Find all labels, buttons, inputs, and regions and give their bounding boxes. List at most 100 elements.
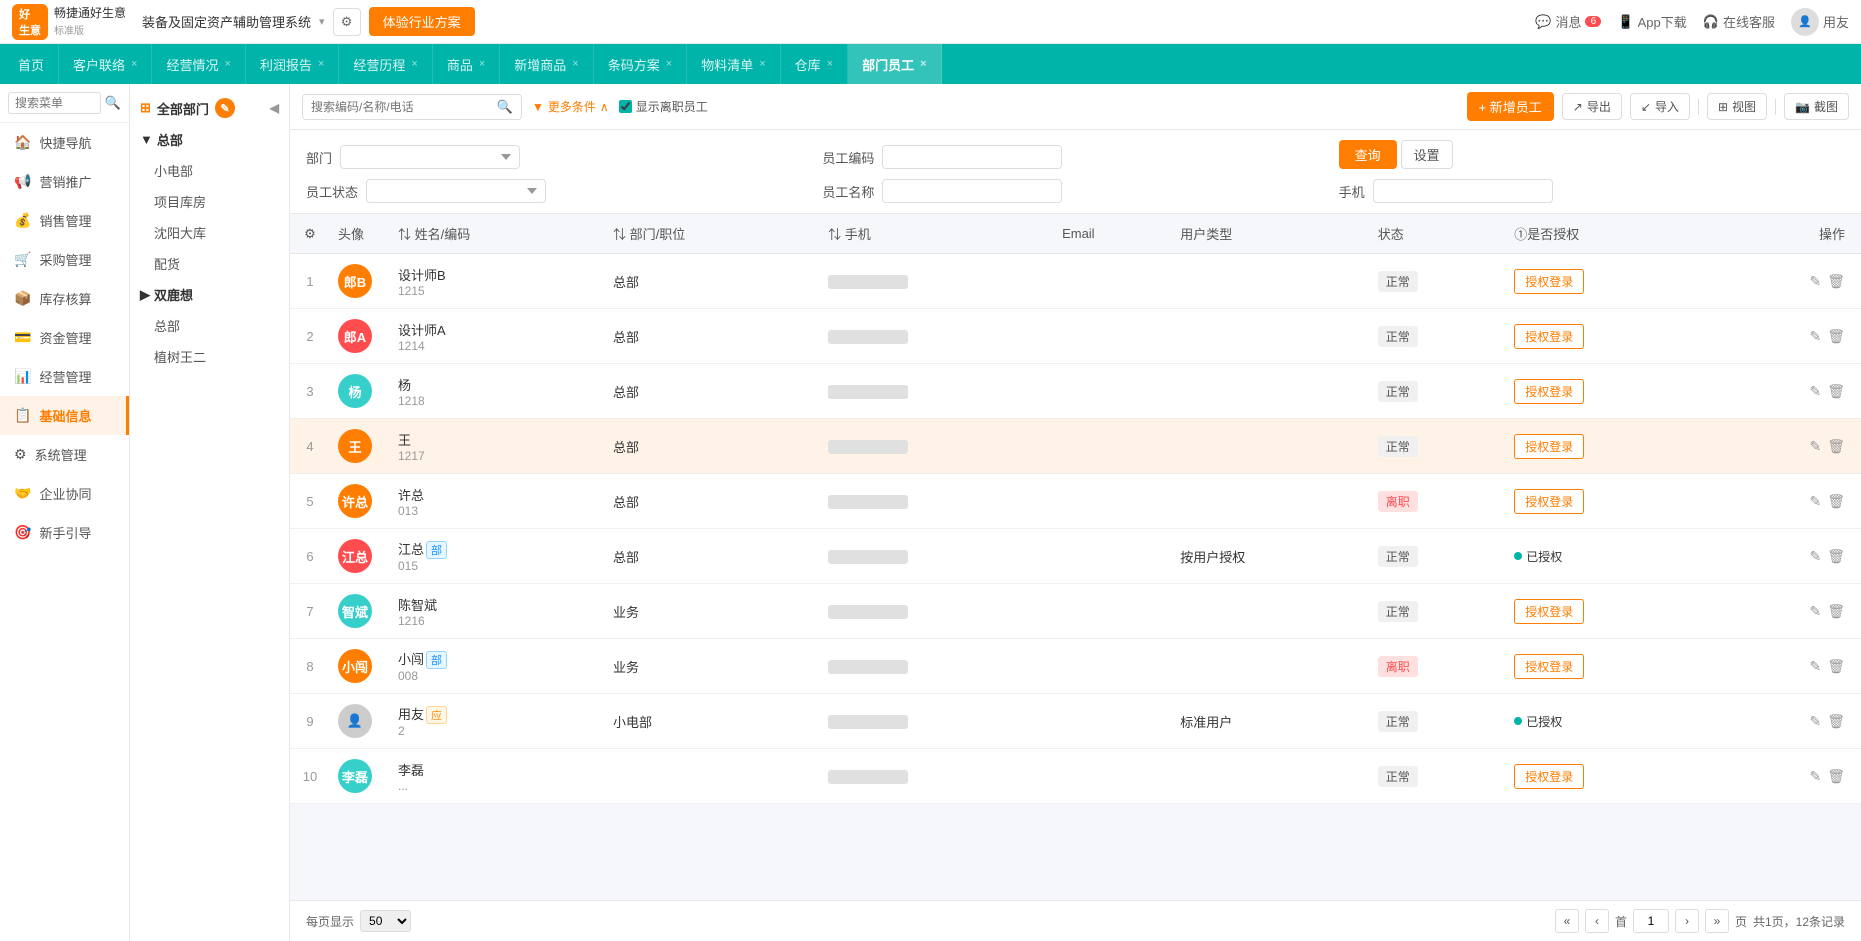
tab-warehouse[interactable]: 仓库× [781, 44, 848, 84]
sidebar-search-input[interactable] [8, 92, 101, 114]
filter-phone-input[interactable] [1373, 179, 1553, 203]
edit-button[interactable]: ✎ [1809, 548, 1821, 565]
settings-button[interactable]: ⚙ [333, 8, 361, 36]
prev-page-button[interactable]: ‹ [1585, 909, 1609, 933]
trial-button[interactable]: 体验行业方案 [369, 7, 475, 36]
tab-history[interactable]: 经营历程× [339, 44, 432, 84]
close-icon[interactable]: × [666, 58, 672, 70]
sidebar-item-guide[interactable]: 🎯新手引导 [0, 513, 129, 552]
dept-tree-item-child[interactable]: 配货 [130, 248, 289, 279]
message-button[interactable]: 💬 消息 6 [1535, 12, 1601, 31]
col-name[interactable]: ⇅ 姓名/编码 [390, 214, 605, 254]
delete-button[interactable]: 🗑 [1827, 713, 1845, 730]
dept-tree-item-child[interactable]: 总部 [130, 310, 289, 341]
screenshot-button[interactable]: 📷 截图 [1784, 93, 1849, 120]
authorize-login-button[interactable]: 授权登录 [1514, 379, 1584, 404]
edit-button[interactable]: ✎ [1809, 383, 1821, 400]
filter-emp-code-input[interactable] [882, 145, 1062, 169]
next-page-button[interactable]: › [1675, 909, 1699, 933]
sidebar-search[interactable]: 🔍 [0, 84, 129, 123]
search-input[interactable] [311, 100, 493, 114]
tab-products[interactable]: 商品× [433, 44, 500, 84]
delete-button[interactable]: 🗑 [1827, 438, 1845, 455]
edit-button[interactable]: ✎ [1809, 328, 1821, 345]
close-icon[interactable]: × [827, 58, 833, 70]
filter-dept-select[interactable] [340, 145, 520, 169]
user-button[interactable]: 👤 用友 [1791, 8, 1849, 36]
view-button[interactable]: ⊞ 视图 [1707, 93, 1767, 120]
tab-add-product[interactable]: 新增商品× [500, 44, 593, 84]
system-dropdown-arrow[interactable]: ▾ [319, 15, 325, 28]
authorize-login-button[interactable]: 授权登录 [1514, 489, 1584, 514]
add-employee-button[interactable]: + 新增员工 [1467, 92, 1554, 121]
filter-emp-status-select[interactable] [366, 179, 546, 203]
authorize-login-button[interactable]: 授权登录 [1514, 269, 1584, 294]
delete-button[interactable]: 🗑 [1827, 548, 1845, 565]
authorize-login-button[interactable]: 授权登录 [1514, 434, 1584, 459]
close-icon[interactable]: × [224, 58, 230, 70]
online-service-button[interactable]: 🎧 在线客服 [1703, 12, 1775, 31]
dept-tree-item-child[interactable]: 沈阳大库 [130, 217, 289, 248]
delete-button[interactable]: 🗑 [1827, 328, 1845, 345]
per-page-select[interactable]: 50 100 [360, 910, 411, 932]
col-settings[interactable]: ⚙ [290, 214, 330, 254]
tab-employee[interactable]: 部门员工× [848, 44, 941, 84]
authorize-login-button[interactable]: 授权登录 [1514, 764, 1584, 789]
delete-button[interactable]: 🗑 [1827, 383, 1845, 400]
tab-operations[interactable]: 经营情况× [152, 44, 245, 84]
authorize-login-button[interactable]: 授权登录 [1514, 599, 1584, 624]
search-wrap[interactable]: 🔍 [302, 94, 522, 120]
filter-emp-name-input[interactable] [882, 179, 1062, 203]
close-icon[interactable]: × [318, 58, 324, 70]
col-dept[interactable]: ⇅ 部门/职位 [605, 214, 820, 254]
edit-button[interactable]: ✎ [1809, 713, 1821, 730]
tab-customer[interactable]: 客户联络× [59, 44, 152, 84]
close-icon[interactable]: × [920, 58, 926, 70]
close-icon[interactable]: × [479, 58, 485, 70]
export-button[interactable]: ↗ 导出 [1562, 93, 1622, 120]
sidebar-item-quick-nav[interactable]: 🏠快捷导航 [0, 123, 129, 162]
edit-button[interactable]: ✎ [1809, 768, 1821, 785]
show-resigned-checkbox[interactable]: 显示离职员工 [619, 98, 708, 115]
sidebar-item-system[interactable]: ⚙系统管理 [0, 435, 129, 474]
import-button[interactable]: ↙ 导入 [1630, 93, 1690, 120]
edit-button[interactable]: ✎ [1809, 273, 1821, 290]
authorize-login-button[interactable]: 授权登录 [1514, 324, 1584, 349]
delete-button[interactable]: 🗑 [1827, 768, 1845, 785]
sidebar-item-inventory[interactable]: 📦库存核算 [0, 279, 129, 318]
close-icon[interactable]: × [759, 58, 765, 70]
dept-tree-item-parent[interactable]: ▶ 双鹿想 [130, 279, 289, 310]
dept-collapse-button[interactable]: ◀ [270, 101, 279, 115]
sidebar-item-operations[interactable]: 📊经营管理 [0, 357, 129, 396]
first-page-button[interactable]: « [1555, 909, 1579, 933]
close-icon[interactable]: × [411, 58, 417, 70]
sidebar-item-finance[interactable]: 💳资金管理 [0, 318, 129, 357]
dept-tree-item-child[interactable]: 项目库房 [130, 186, 289, 217]
tab-profit[interactable]: 利润报告× [246, 44, 339, 84]
sidebar-item-basic-info[interactable]: 📋基础信息 [0, 396, 129, 435]
query-button[interactable]: 查询 [1339, 140, 1397, 169]
delete-button[interactable]: 🗑 [1827, 658, 1845, 675]
delete-button[interactable]: 🗑 [1827, 273, 1845, 290]
tab-bom[interactable]: 物料清单× [687, 44, 780, 84]
edit-button[interactable]: ✎ [1809, 658, 1821, 675]
delete-button[interactable]: 🗑 [1827, 493, 1845, 510]
app-download-button[interactable]: 📱 App下载 [1617, 12, 1686, 31]
authorize-login-button[interactable]: 授权登录 [1514, 654, 1584, 679]
dept-tree-item-child[interactable]: 植树王二 [130, 341, 289, 372]
edit-button[interactable]: ✎ [1809, 493, 1821, 510]
dept-tree-item-parent[interactable]: ▼ 总部 [130, 124, 289, 155]
sidebar-item-enterprise[interactable]: 🤝企业协同 [0, 474, 129, 513]
sidebar-item-sales[interactable]: 💰销售管理 [0, 201, 129, 240]
page-input[interactable] [1633, 909, 1669, 933]
filter-more-button[interactable]: ▼ 更多条件 ∧ [532, 98, 609, 115]
edit-button[interactable]: ✎ [1809, 438, 1821, 455]
edit-button[interactable]: ✎ [1809, 603, 1821, 620]
tab-home[interactable]: 首页 [4, 44, 59, 84]
close-icon[interactable]: × [131, 58, 137, 70]
sidebar-item-marketing[interactable]: 📢营销推广 [0, 162, 129, 201]
sidebar-item-purchase[interactable]: 🛒采购管理 [0, 240, 129, 279]
set-button[interactable]: 设置 [1401, 140, 1453, 169]
dept-edit-badge[interactable]: ✎ [215, 98, 235, 118]
last-page-button[interactable]: » [1705, 909, 1729, 933]
